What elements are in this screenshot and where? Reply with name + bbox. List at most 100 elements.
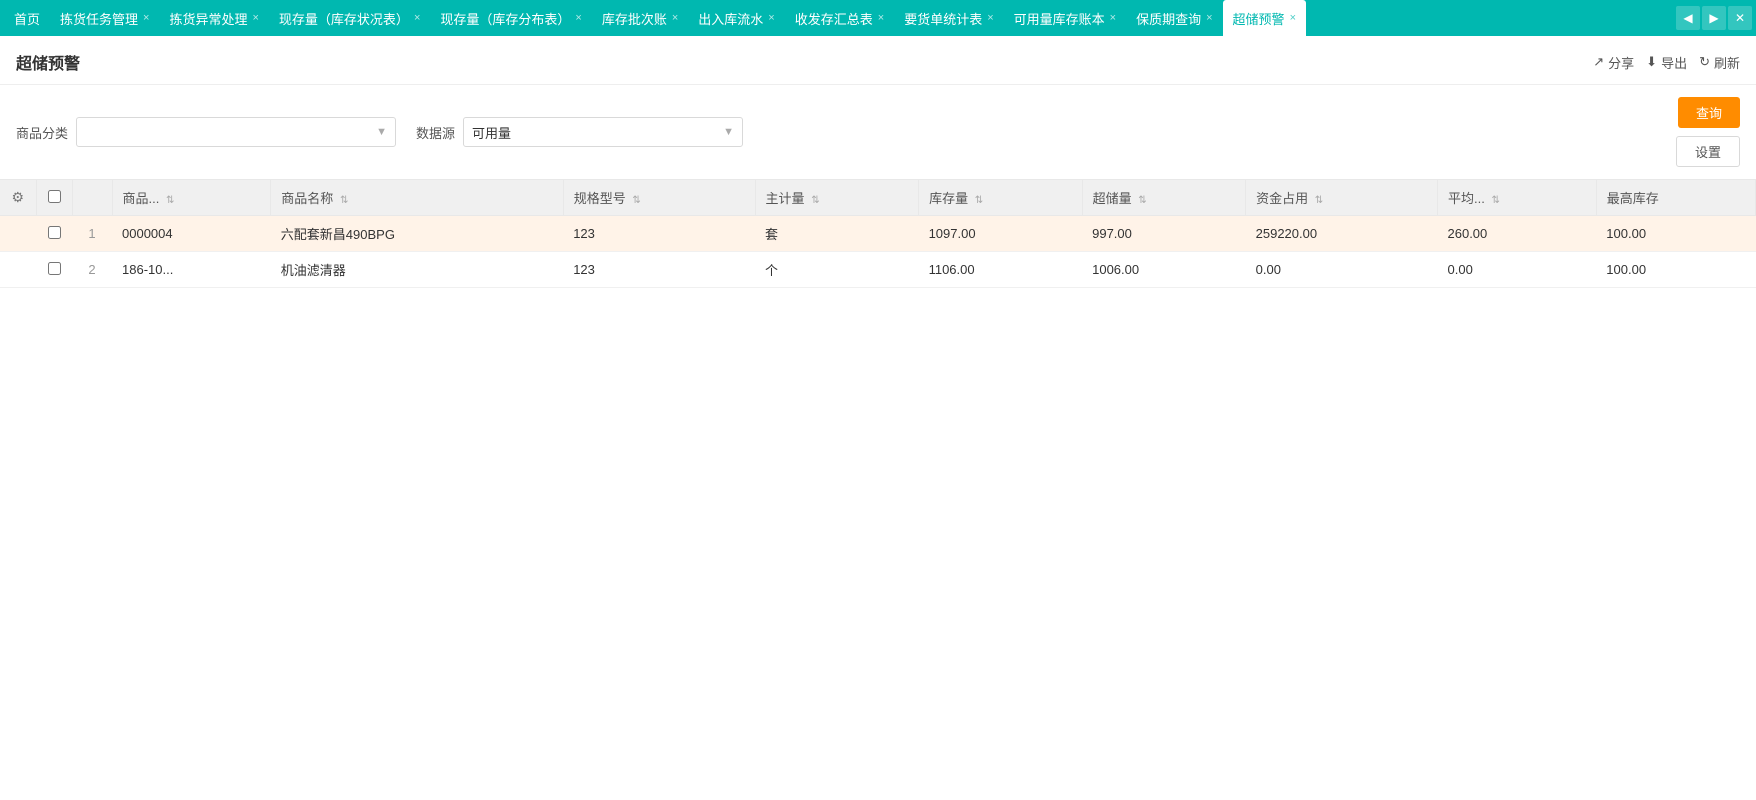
nav-item-order-stats[interactable]: 要货单统计表 × [894, 0, 1003, 36]
nav-close-inventory-batch[interactable]: × [672, 12, 678, 24]
col-max-inventory[interactable]: 最高库存 [1596, 180, 1755, 216]
col-row-num [72, 180, 112, 216]
table-row: 2 186-10... 机油滤清器 123 个 1106.00 1006.00 … [0, 252, 1756, 288]
nav-item-cargo-abnormal[interactable]: 拣货异常处理 × [159, 0, 268, 36]
nav-close-inventory-dist[interactable]: × [575, 12, 581, 24]
row-checkbox-cell-0 [36, 216, 72, 252]
export-icon: ⬇ [1646, 54, 1657, 70]
table-row: 1 0000004 六配套新昌490BPG 123 套 1097.00 997.… [0, 216, 1756, 252]
col-product-name[interactable]: 商品名称 ⇅ [271, 180, 563, 216]
row-product-code-1: 186-10... [112, 252, 271, 288]
refresh-button[interactable]: ↻ 刷新 [1699, 53, 1740, 72]
row-overstock-1: 1006.00 [1082, 252, 1246, 288]
row-inventory-1: 1106.00 [919, 252, 1083, 288]
share-icon: ↗ [1593, 54, 1604, 70]
refresh-icon: ↻ [1699, 54, 1710, 70]
table-header-row: ⚙ 商品... ⇅ 商品名称 ⇅ 规格型号 [0, 180, 1756, 216]
nav-arrow-right-btn[interactable]: ▶ [1702, 6, 1726, 30]
row-capital-1: 0.00 [1246, 252, 1438, 288]
settings-button[interactable]: 设置 [1676, 136, 1740, 167]
row-num-1: 2 [72, 252, 112, 288]
category-select[interactable]: ▼ [76, 117, 396, 147]
nav-arrows: ◀ ▶ ✕ [1676, 6, 1752, 30]
filter-bar: 商品分类 ▼ 数据源 可用量 ▼ 查询 设置 [0, 85, 1756, 179]
row-avg-1: 0.00 [1438, 252, 1597, 288]
nav-close-overstock-alert[interactable]: × [1290, 12, 1296, 24]
sort-icon-product-code: ⇅ [166, 195, 174, 206]
category-chevron-down-icon: ▼ [376, 126, 387, 138]
nav-item-overstock-alert[interactable]: 超储预警 × [1223, 0, 1306, 36]
nav-item-available-account[interactable]: 可用量库存账本 × [1004, 0, 1126, 36]
row-checkbox-1[interactable] [48, 262, 61, 275]
page-title: 超储预警 [16, 50, 80, 74]
row-settings-1 [0, 252, 36, 288]
datasource-label: 数据源 [416, 123, 455, 142]
sort-icon-product-name: ⇅ [340, 195, 348, 206]
datasource-select[interactable]: 可用量 ▼ [463, 117, 743, 147]
row-spec-0: 123 [563, 216, 755, 252]
row-settings-0 [0, 216, 36, 252]
nav-item-quality-check[interactable]: 保质期查询 × [1126, 0, 1222, 36]
top-nav: 首页 拣货任务管理 × 拣货异常处理 × 现存量（库存状况表） × 现存量（库存… [0, 0, 1756, 36]
row-capital-0: 259220.00 [1246, 216, 1438, 252]
col-checkbox [36, 180, 72, 216]
page-content: 超储预警 ↗ 分享 ⬇ 导出 ↻ 刷新 商品分类 ▼ 数据源 [0, 36, 1756, 800]
sort-icon-unit: ⇅ [811, 195, 819, 206]
nav-close-order-stats[interactable]: × [987, 12, 993, 24]
row-max-inventory-1: 100.00 [1596, 252, 1755, 288]
nav-item-inventory-status[interactable]: 现存量（库存状况表） × [269, 0, 430, 36]
row-spec-1: 123 [563, 252, 755, 288]
col-inventory[interactable]: 库存量 ⇅ [919, 180, 1083, 216]
gear-icon[interactable]: ⚙ [11, 189, 24, 205]
row-product-code-0: 0000004 [112, 216, 271, 252]
col-capital[interactable]: 资金占用 ⇅ [1246, 180, 1438, 216]
page-header-actions: ↗ 分享 ⬇ 导出 ↻ 刷新 [1593, 53, 1740, 72]
nav-close-collect-summary[interactable]: × [878, 12, 884, 24]
export-button[interactable]: ⬇ 导出 [1646, 53, 1687, 72]
col-settings: ⚙ [0, 180, 36, 216]
row-overstock-0: 997.00 [1082, 216, 1246, 252]
nav-item-inventory-dist[interactable]: 现存量（库存分布表） × [430, 0, 591, 36]
row-checkbox-0[interactable] [48, 226, 61, 239]
nav-close-cargo-task[interactable]: × [143, 12, 149, 24]
page-header: 超储预警 ↗ 分享 ⬇ 导出 ↻ 刷新 [0, 36, 1756, 85]
data-table: ⚙ 商品... ⇅ 商品名称 ⇅ 规格型号 [0, 179, 1756, 288]
datasource-chevron-down-icon: ▼ [723, 126, 734, 138]
sort-icon-inventory: ⇅ [975, 195, 983, 206]
col-overstock[interactable]: 超储量 ⇅ [1082, 180, 1246, 216]
table-container: ⚙ 商品... ⇅ 商品名称 ⇅ 规格型号 [0, 179, 1756, 288]
datasource-filter: 数据源 可用量 ▼ [416, 117, 743, 147]
nav-item-inout-flow[interactable]: 出入库流水 × [688, 0, 784, 36]
category-label: 商品分类 [16, 123, 68, 142]
col-avg[interactable]: 平均... ⇅ [1438, 180, 1597, 216]
category-filter: 商品分类 ▼ [16, 117, 396, 147]
row-product-name-0: 六配套新昌490BPG [271, 216, 563, 252]
row-max-inventory-0: 100.00 [1596, 216, 1755, 252]
row-unit-1: 个 [755, 252, 919, 288]
col-spec[interactable]: 规格型号 ⇅ [563, 180, 755, 216]
sort-icon-overstock: ⇅ [1138, 195, 1146, 206]
nav-close-quality-check[interactable]: × [1206, 12, 1212, 24]
row-product-name-1: 机油滤清器 [271, 252, 563, 288]
nav-item-home[interactable]: 首页 [4, 0, 50, 36]
datasource-select-value: 可用量 [472, 123, 511, 142]
nav-item-cargo-task[interactable]: 拣货任务管理 × [50, 0, 159, 36]
share-button[interactable]: ↗ 分享 [1593, 53, 1634, 72]
select-all-checkbox[interactable] [48, 190, 61, 203]
nav-arrow-close-btn[interactable]: ✕ [1728, 6, 1752, 30]
col-unit[interactable]: 主计量 ⇅ [755, 180, 919, 216]
sort-icon-spec: ⇅ [632, 195, 640, 206]
nav-item-inventory-batch[interactable]: 库存批次账 × [592, 0, 688, 36]
nav-arrow-left-btn[interactable]: ◀ [1676, 6, 1700, 30]
nav-item-collect-summary[interactable]: 收发存汇总表 × [785, 0, 894, 36]
nav-close-inout-flow[interactable]: × [768, 12, 774, 24]
nav-close-cargo-abnormal[interactable]: × [252, 12, 258, 24]
query-button[interactable]: 查询 [1678, 97, 1740, 128]
nav-close-available-account[interactable]: × [1110, 12, 1116, 24]
sort-icon-capital: ⇅ [1315, 195, 1323, 206]
filter-buttons: 查询 设置 [1676, 97, 1740, 167]
row-avg-0: 260.00 [1438, 216, 1597, 252]
col-product-code[interactable]: 商品... ⇅ [112, 180, 271, 216]
nav-close-inventory-status[interactable]: × [414, 12, 420, 24]
row-checkbox-cell-1 [36, 252, 72, 288]
